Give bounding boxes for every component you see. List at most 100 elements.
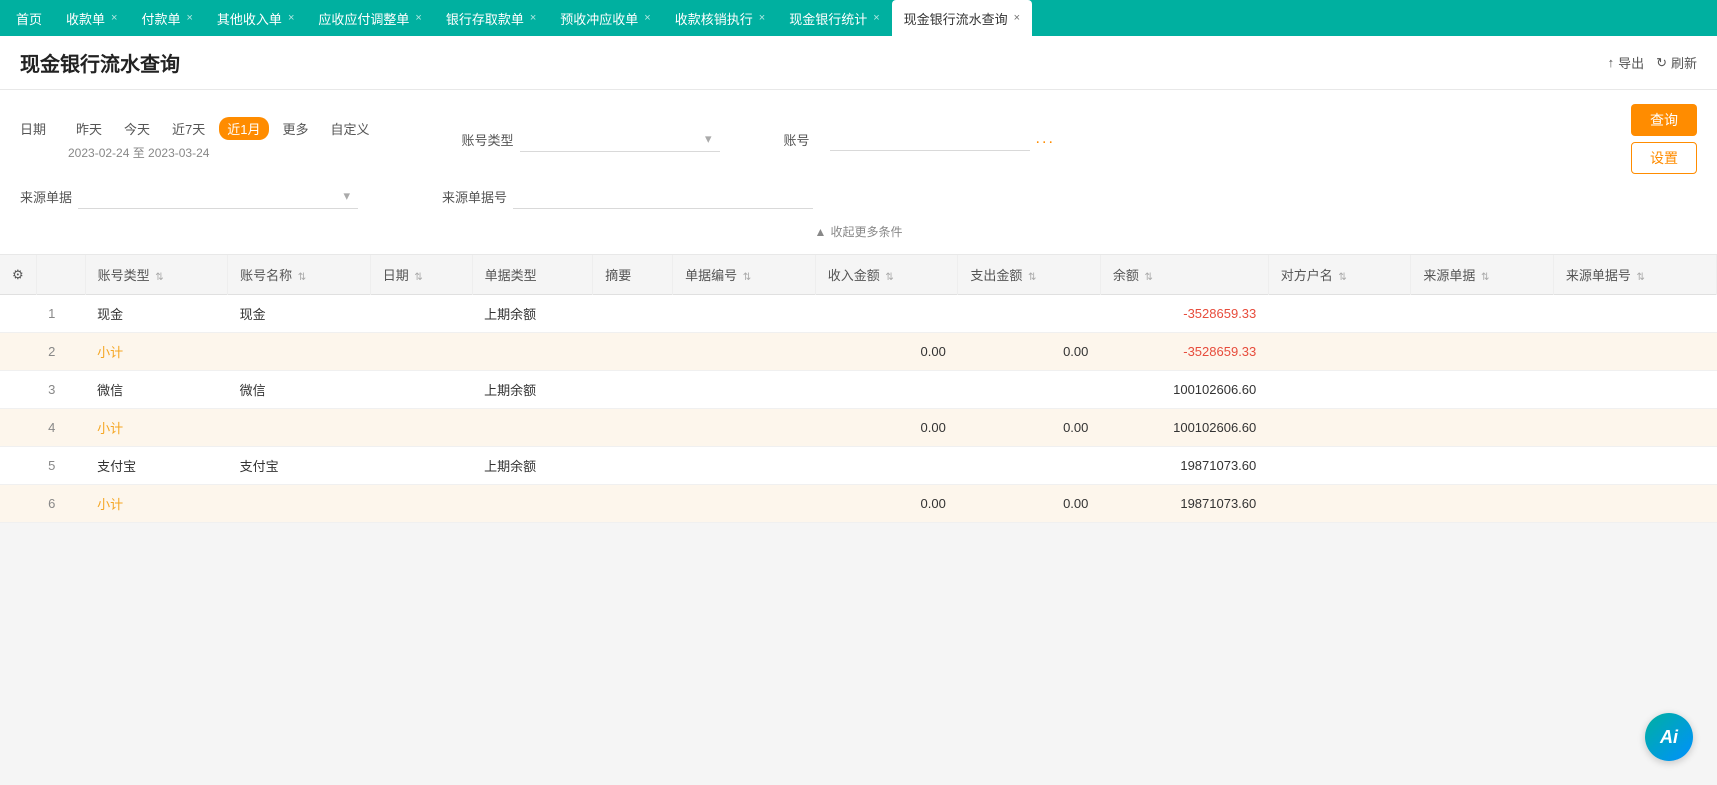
nav-cash-bank-flow-close[interactable]: × <box>1014 12 1020 24</box>
export-button[interactable]: ↑ 导出 <box>1608 53 1645 72</box>
col-expense[interactable]: 支出金额 ⇅ <box>958 255 1101 295</box>
cell-idx: 4 <box>36 409 85 447</box>
cell-summary <box>593 371 673 409</box>
cell-source-doc <box>1411 371 1554 409</box>
col-doc-no[interactable]: 单据编号 ⇅ <box>673 255 816 295</box>
collapse-up-icon: ▲ <box>815 225 827 239</box>
date-opt-7days[interactable]: 近7天 <box>164 117 213 140</box>
col-income[interactable]: 收入金额 ⇅ <box>815 255 958 295</box>
cell-summary <box>593 333 673 371</box>
source-doc-select[interactable] <box>78 184 358 209</box>
cell-summary <box>593 295 673 333</box>
date-opt-today[interactable]: 今天 <box>116 117 158 140</box>
query-button[interactable]: 查询 <box>1631 104 1697 136</box>
cell-income: 0.00 <box>815 333 958 371</box>
col-account-name[interactable]: 账号名称 ⇅ <box>228 255 371 295</box>
cell-balance: 100102606.60 <box>1100 371 1268 409</box>
nav-arb-adjust-close[interactable]: × <box>415 12 421 24</box>
nav-other-income-close[interactable]: × <box>288 12 294 24</box>
nav-payments[interactable]: 付款单 × <box>129 0 204 36</box>
cell-date <box>370 409 472 447</box>
cell-doc-no <box>673 333 816 371</box>
cell-source-doc-no <box>1553 409 1716 447</box>
table-row: 4 小计 0.00 0.00 100102606.60 <box>0 409 1717 447</box>
col-gear[interactable]: ⚙ <box>0 255 36 295</box>
cell-counterparty <box>1268 371 1411 409</box>
nav-cash-bank-stat-label: 现金银行统计 <box>789 9 867 28</box>
nav-payments-close[interactable]: × <box>186 12 192 24</box>
nav-receipt-exec[interactable]: 收款核销执行 × <box>663 0 777 36</box>
cell-date <box>370 371 472 409</box>
account-dots-btn[interactable]: ... <box>1036 130 1055 148</box>
nav-cash-bank-stat-close[interactable]: × <box>873 12 879 24</box>
nav-bank-deposit-label: 银行存取款单 <box>446 9 524 28</box>
source-doc-no-input[interactable] <box>513 185 813 209</box>
col-source-doc-no[interactable]: 来源单据号 ⇅ <box>1553 255 1716 295</box>
account-type-select[interactable] <box>520 127 720 152</box>
cell-source-doc <box>1411 333 1554 371</box>
nav-receipts-label: 收款单 <box>66 9 105 28</box>
date-opt-custom[interactable]: 自定义 <box>323 117 378 140</box>
header-actions: ↑ 导出 ↻ 刷新 <box>1608 53 1697 72</box>
cell-account-name: 现金 <box>228 295 371 333</box>
cell-doc-type <box>472 409 593 447</box>
col-summary: 摘要 <box>593 255 673 295</box>
cell-doc-type: 上期余额 <box>472 447 593 485</box>
date-opt-1month[interactable]: 近1月 <box>219 117 268 140</box>
col-source-doc[interactable]: 来源单据 ⇅ <box>1411 255 1554 295</box>
cell-gear <box>0 409 36 447</box>
filter-row-date: 日期 昨天 今天 近7天 近1月 更多 自定义 2023-02-24 至 202… <box>20 104 1697 174</box>
nav-receipts[interactable]: 收款单 × <box>54 0 129 36</box>
top-nav: 首页 收款单 × 付款单 × 其他收入单 × 应收应付调整单 × 银行存取款单 … <box>0 0 1717 36</box>
date-opt-yesterday[interactable]: 昨天 <box>68 117 110 140</box>
cell-balance: -3528659.33 <box>1100 333 1268 371</box>
refresh-icon: ↻ <box>1656 55 1667 71</box>
account-filter: 账号 ... <box>784 127 1055 151</box>
cell-summary <box>593 409 673 447</box>
cell-idx: 5 <box>36 447 85 485</box>
source-doc-label: 来源单据 <box>20 187 72 206</box>
col-date[interactable]: 日期 ⇅ <box>370 255 472 295</box>
nav-home[interactable]: 首页 <box>4 0 54 36</box>
date-label: 日期 <box>20 119 60 138</box>
cell-account-name <box>228 485 371 523</box>
nav-receipt-exec-close[interactable]: × <box>759 12 765 24</box>
cell-expense <box>958 371 1101 409</box>
table-body: 1 现金 现金 上期余额 -3528659.33 2 小计 0.00 0.00 … <box>0 295 1717 523</box>
cell-date <box>370 447 472 485</box>
cell-source-doc <box>1411 485 1554 523</box>
nav-cash-bank-stat[interactable]: 现金银行统计 × <box>777 0 891 36</box>
cell-doc-no <box>673 485 816 523</box>
nav-bank-deposit[interactable]: 银行存取款单 × <box>434 0 548 36</box>
date-opt-more[interactable]: 更多 <box>275 117 317 140</box>
cell-source-doc-no <box>1553 295 1716 333</box>
cell-source-doc <box>1411 447 1554 485</box>
account-input[interactable] <box>830 127 1030 151</box>
nav-arb-adjust[interactable]: 应收应付调整单 × <box>306 0 433 36</box>
collapse-button[interactable]: ▲ 收起更多条件 <box>20 219 1697 244</box>
cell-account-type: 支付宝 <box>85 447 228 485</box>
table-header-row: ⚙ 账号类型 ⇅ 账号名称 ⇅ 日期 ⇅ 单据类型 摘要 单据编号 ⇅ 收入金额… <box>0 255 1717 295</box>
cell-account-type: 小计 <box>85 485 228 523</box>
col-counterparty[interactable]: 对方户名 ⇅ <box>1268 255 1411 295</box>
cell-doc-type: 上期余额 <box>472 371 593 409</box>
nav-receipts-close[interactable]: × <box>111 12 117 24</box>
nav-cash-bank-flow[interactable]: 现金银行流水查询 × <box>892 0 1032 36</box>
account-type-filter: 账号类型 <box>462 127 720 152</box>
nav-other-income-label: 其他收入单 <box>217 9 282 28</box>
cell-source-doc-no <box>1553 371 1716 409</box>
settings-button[interactable]: 设置 <box>1631 142 1697 174</box>
nav-prepay-offset-close[interactable]: × <box>644 12 650 24</box>
nav-other-income[interactable]: 其他收入单 × <box>205 0 306 36</box>
col-account-type[interactable]: 账号类型 ⇅ <box>85 255 228 295</box>
nav-bank-deposit-close[interactable]: × <box>530 12 536 24</box>
cell-summary <box>593 447 673 485</box>
cell-counterparty <box>1268 447 1411 485</box>
cell-account-type: 微信 <box>85 371 228 409</box>
page-header: 现金银行流水查询 ↑ 导出 ↻ 刷新 <box>0 36 1717 90</box>
nav-prepay-offset[interactable]: 预收冲应收单 × <box>548 0 662 36</box>
refresh-button[interactable]: ↻ 刷新 <box>1656 53 1697 72</box>
ai-assistant-button[interactable]: Ai <box>1645 713 1693 761</box>
col-balance[interactable]: 余额 ⇅ <box>1100 255 1268 295</box>
collapse-label: 收起更多条件 <box>830 223 902 240</box>
